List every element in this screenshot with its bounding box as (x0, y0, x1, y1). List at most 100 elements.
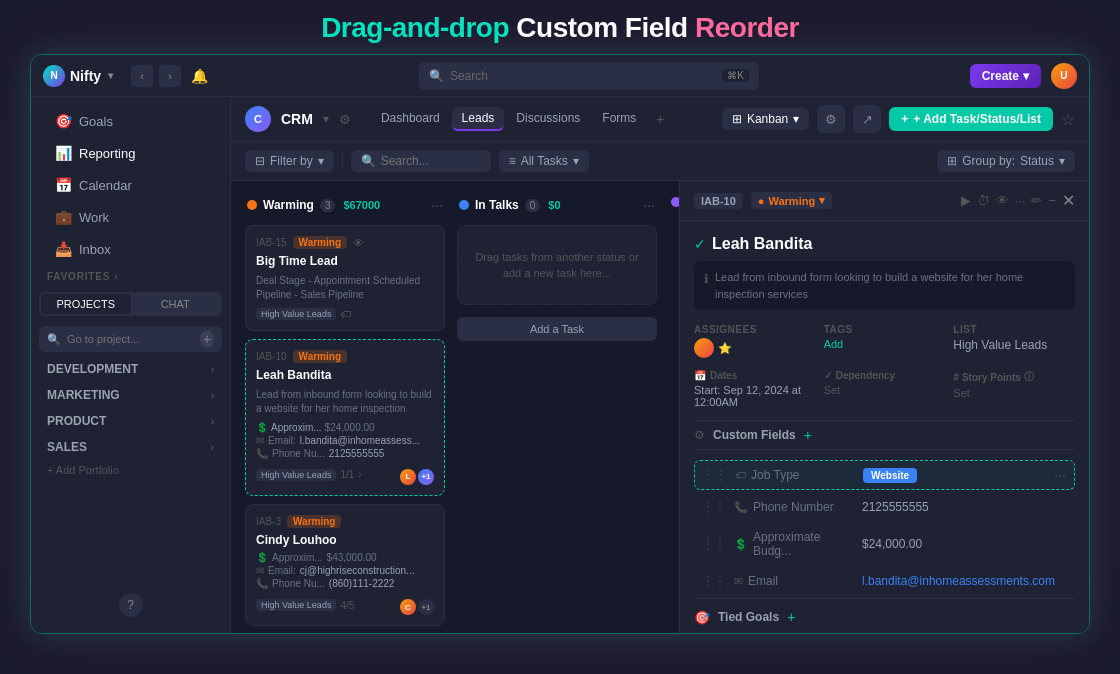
add-tag-button[interactable]: Add (824, 338, 946, 350)
filter-icon: ⊟ (255, 154, 265, 168)
detail-status[interactable]: ● Warming ▾ (751, 192, 832, 209)
drag-handle-icon[interactable]: ⋮⋮ (702, 500, 726, 514)
global-search[interactable]: 🔍 Search ⌘K (419, 62, 759, 90)
email-value[interactable]: l.bandita@inhomeassessments.com (862, 574, 1067, 588)
timer-button[interactable]: ⏱ (977, 193, 990, 208)
drag-handle-icon[interactable]: ⋮⋮ (702, 574, 726, 588)
settings-button[interactable]: ⚙ (817, 105, 845, 133)
group-name: PRODUCT (47, 414, 106, 428)
add-goal-button[interactable]: + (787, 609, 795, 625)
project-search[interactable]: 🔍 + (39, 326, 222, 352)
user-avatar[interactable]: U (1051, 63, 1077, 89)
filter-button[interactable]: ⊟ Filter by ▾ (245, 150, 334, 172)
bell-icon[interactable]: 🔔 (191, 68, 208, 84)
col-more-icon[interactable]: ··· (431, 197, 443, 213)
column-header-warming: Warming 3 $67000 ··· (245, 193, 445, 217)
nav-forms[interactable]: Forms (592, 107, 646, 131)
task-id: IAB-3 Warming (256, 515, 434, 528)
nav-arrows: ‹ › (131, 65, 181, 87)
task-card-iab15[interactable]: IAB-15 Warming 👁 Big Time Lead Deal Stag… (245, 225, 445, 331)
watch-button[interactable]: 👁 (996, 193, 1009, 208)
task-email: ✉ Email: cj@highriseconstruction... (256, 565, 434, 576)
chevron-down-icon: ▾ (108, 70, 113, 81)
status-dot: ● (758, 195, 765, 207)
minimize-button[interactable]: − (1048, 193, 1056, 208)
tied-goals-label: Tied Goals (718, 610, 779, 624)
story-set[interactable]: Set (953, 387, 1075, 399)
search-text: Search (450, 69, 488, 83)
nav-back-button[interactable]: ‹ (131, 65, 153, 87)
favorites-header[interactable]: FAVORITES › (31, 265, 230, 286)
help-button[interactable]: ? (119, 593, 143, 617)
sidebar-group-development[interactable]: DEVELOPMENT › (31, 356, 230, 382)
add-portfolio-button[interactable]: + Add Portfolio (31, 460, 230, 480)
phone-value: 2125555555 (862, 500, 1067, 514)
check-icon: ✓ (824, 370, 832, 381)
title-custom: Custom Field (516, 12, 687, 43)
play-button[interactable]: ▶ (961, 193, 971, 208)
star-button[interactable]: ☆ (1061, 110, 1075, 129)
sidebar-group-product[interactable]: PRODUCT › (31, 408, 230, 434)
tag-icon: 🏷 (735, 469, 746, 481)
group-by-button[interactable]: ⊞ Group by: Status ▾ (937, 150, 1075, 172)
chevron-right-icon: › (211, 442, 214, 453)
nav-dashboard[interactable]: Dashboard (371, 107, 450, 131)
task-meta: 💲 Approxim... $43,000.00 (256, 552, 434, 563)
approx-amount: $24,000.00 (325, 422, 375, 433)
add-custom-field-button[interactable]: + (804, 427, 812, 443)
custom-field-email: ⋮⋮ ✉ Email l.bandita@inhomeassessments.c… (694, 568, 1075, 594)
more-button[interactable]: ··· (1015, 193, 1026, 208)
sidebar-item-calendar[interactable]: 📅 Calendar (39, 170, 222, 200)
share-button[interactable]: ↗ (853, 105, 881, 133)
task-card-iab3[interactable]: IAB-3 Warming Cindy Louhoo 💲 Approxim...… (245, 504, 445, 627)
drag-handle-icon[interactable]: ⋮⋮ (702, 537, 726, 551)
task-title: Big Time Lead (256, 253, 434, 270)
drag-handle-icon[interactable]: ⋮⋮ (703, 468, 727, 482)
warming-color-dot (247, 200, 257, 210)
add-project-button[interactable]: + (200, 330, 214, 348)
nav-add-button[interactable]: + (648, 107, 672, 131)
dependency-set[interactable]: Set (824, 384, 946, 396)
tag-chip: High Value Leads (256, 599, 336, 611)
sidebar-group-sales[interactable]: SALES › (31, 434, 230, 460)
kanban-search[interactable]: 🔍 (351, 150, 491, 172)
projects-tab[interactable]: PROJECTS (41, 294, 131, 314)
reporting-icon: 📊 (55, 145, 71, 161)
inbox-icon: 📥 (55, 241, 71, 257)
field-more-button[interactable]: ··· (1054, 467, 1066, 483)
sidebar-group-marketing[interactable]: MARKETING › (31, 382, 230, 408)
app-logo[interactable]: N Nifty ▾ (43, 65, 113, 87)
nav-forward-button[interactable]: › (159, 65, 181, 87)
sidebar-item-inbox[interactable]: 📥 Inbox (39, 234, 222, 264)
project-dropdown-icon[interactable]: ▾ (323, 112, 329, 126)
create-button[interactable]: Create ▾ (970, 64, 1041, 88)
chevron-right-icon: › (211, 364, 214, 375)
kanban-view-button[interactable]: ⊞ Kanban ▾ (722, 108, 809, 130)
project-search-input[interactable] (67, 333, 194, 345)
task-phone: 📞 Phone Nu... 2125555555 (256, 448, 434, 459)
approx-value: Approxim... (271, 422, 322, 433)
edit-button[interactable]: ✏ (1031, 193, 1042, 208)
kanban-search-input[interactable] (381, 154, 481, 168)
assignee-avatar (694, 338, 714, 358)
phone-icon: 📞 (734, 501, 748, 514)
divider (342, 152, 343, 170)
chat-tab[interactable]: CHAT (131, 294, 221, 314)
start-date: Start: Sep 12, 2024 at 12:00AM (694, 384, 816, 408)
chevron-down-icon: ▾ (318, 154, 324, 168)
task-card-iab10[interactable]: IAB-10 Warming Leah Bandita Lead from in… (245, 339, 445, 496)
nav-leads[interactable]: Leads (452, 107, 505, 131)
add-task-in-talks-button[interactable]: Add a Task (457, 317, 657, 341)
sidebar-item-work[interactable]: 💼 Work (39, 202, 222, 232)
add-task-button[interactable]: + + Add Task/Status/List (889, 107, 1053, 131)
task-id: IAB-15 Warming 👁 (256, 236, 434, 249)
close-button[interactable]: ✕ (1062, 191, 1075, 210)
sidebar-item-reporting[interactable]: 📊 Reporting (39, 138, 222, 168)
project-settings-icon[interactable]: ⚙ (339, 112, 351, 127)
project-name[interactable]: CRM (281, 111, 313, 127)
sidebar-item-goals[interactable]: 🎯 Goals (39, 106, 222, 136)
col-amount-warming: $67000 (343, 199, 380, 211)
nav-discussions[interactable]: Discussions (506, 107, 590, 131)
all-tasks-button[interactable]: ≡ All Tasks ▾ (499, 150, 589, 172)
col-more-icon[interactable]: ··· (643, 197, 655, 213)
